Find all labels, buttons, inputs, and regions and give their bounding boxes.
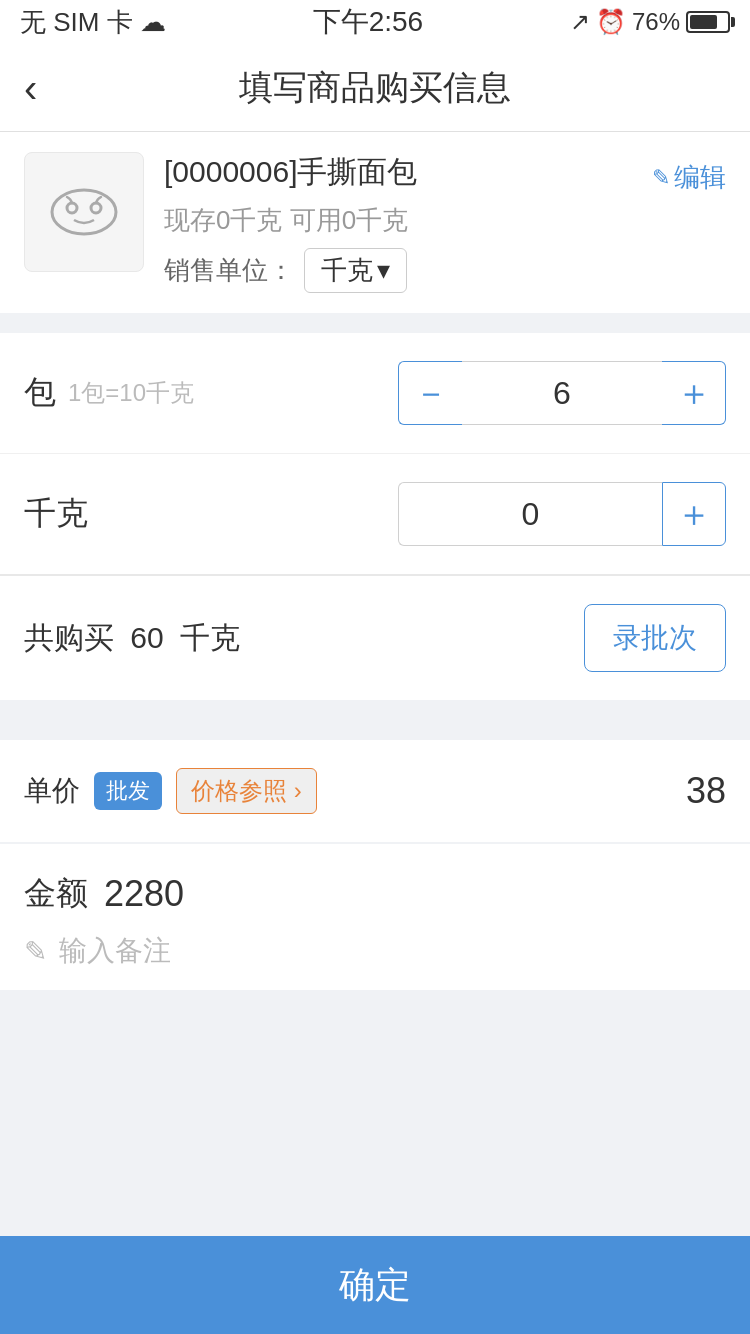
kg-label: 千克 <box>24 492 88 536</box>
edit-icon: ✎ <box>652 165 670 191</box>
chevron-down-icon: ▾ <box>377 255 390 286</box>
summary-text: 共购买 60 千克 <box>24 618 240 659</box>
amount-value: 2280 <box>104 873 184 915</box>
product-unit: 销售单位： 千克 ▾ <box>164 248 726 293</box>
package-label: 包 1包=10千克 <box>24 371 194 415</box>
sim-wifi-label: 无 SIM 卡 ☁ <box>20 5 166 40</box>
status-time: 下午2:56 <box>313 3 424 41</box>
status-bar: 无 SIM 卡 ☁ 下午2:56 ↗ ⏰ 76% <box>0 0 750 44</box>
battery-label: 76% <box>632 8 680 36</box>
price-row: 单价 批发 价格参照 › 38 <box>24 768 726 814</box>
remark-row[interactable]: ✎ 输入备注 <box>24 932 726 970</box>
product-info: [0000006]手撕面包 现存0千克 可用0千克 销售单位： 千克 ▾ <box>164 152 726 293</box>
location-icon: ↗ <box>570 8 590 36</box>
nav-bar: ‹ 填写商品购买信息 <box>0 44 750 132</box>
unit-label: 销售单位： <box>164 253 294 288</box>
package-minus-button[interactable]: － <box>398 361 462 425</box>
amount-row: 金额 2280 <box>24 872 726 916</box>
unit-select[interactable]: 千克 ▾ <box>304 248 407 293</box>
package-text: 包 <box>24 371 56 415</box>
svg-point-1 <box>67 203 77 213</box>
price-value: 38 <box>686 770 726 812</box>
unit-value: 千克 <box>321 253 373 288</box>
footer-bar: 确定 <box>0 1236 750 1334</box>
price-tag: 批发 <box>94 772 162 810</box>
price-text: 单价 <box>24 772 80 810</box>
remark-placeholder: 输入备注 <box>59 932 171 970</box>
page-title: 填写商品购买信息 <box>239 65 511 111</box>
status-left: 无 SIM 卡 ☁ <box>20 5 166 40</box>
section-divider-1 <box>0 313 750 333</box>
product-name: [0000006]手撕面包 <box>164 152 726 193</box>
batch-button[interactable]: 录批次 <box>584 604 726 672</box>
kg-text: 千克 <box>24 492 88 536</box>
kg-row: 千克 ＋ <box>0 454 750 574</box>
product-image <box>24 152 144 272</box>
product-logo-icon <box>44 182 124 242</box>
package-input[interactable] <box>462 361 662 425</box>
package-row: 包 1包=10千克 － ＋ <box>0 333 750 454</box>
package-control: － ＋ <box>398 361 726 425</box>
confirm-button[interactable]: 确定 <box>339 1261 411 1310</box>
price-section: 单价 批发 价格参照 › 38 <box>0 740 750 842</box>
summary-section: 共购买 60 千克 录批次 <box>0 576 750 700</box>
price-label: 单价 批发 价格参照 › <box>24 768 317 814</box>
package-hint: 1包=10千克 <box>68 377 194 409</box>
kg-plus-button[interactable]: ＋ <box>662 482 726 546</box>
edit-button[interactable]: ✎ 编辑 <box>652 160 726 195</box>
product-stock: 现存0千克 可用0千克 <box>164 203 726 238</box>
back-button[interactable]: ‹ <box>24 68 37 108</box>
package-plus-button[interactable]: ＋ <box>662 361 726 425</box>
svg-point-2 <box>91 203 101 213</box>
alarm-icon: ⏰ <box>596 8 626 36</box>
product-section: [0000006]手撕面包 现存0千克 可用0千克 销售单位： 千克 ▾ <box>0 132 750 313</box>
edit-label: 编辑 <box>674 160 726 195</box>
remark-icon: ✎ <box>24 935 47 968</box>
battery-icon <box>686 11 730 33</box>
summary-text2: 千克 <box>180 621 240 654</box>
svg-point-0 <box>52 190 116 234</box>
input-section: 包 1包=10千克 － ＋ 千克 ＋ <box>0 333 750 574</box>
kg-input[interactable] <box>398 482 662 546</box>
summary-text1: 共购买 <box>24 621 114 654</box>
kg-control: ＋ <box>398 482 726 546</box>
section-divider-3 <box>0 700 750 720</box>
battery-fill <box>690 15 717 29</box>
summary-qty: 60 <box>130 621 163 654</box>
price-ref-button[interactable]: 价格参照 › <box>176 768 317 814</box>
status-right: ↗ ⏰ 76% <box>570 8 730 36</box>
amount-label: 金额 <box>24 872 88 916</box>
amount-section: 金额 2280 ✎ 输入备注 <box>0 844 750 990</box>
